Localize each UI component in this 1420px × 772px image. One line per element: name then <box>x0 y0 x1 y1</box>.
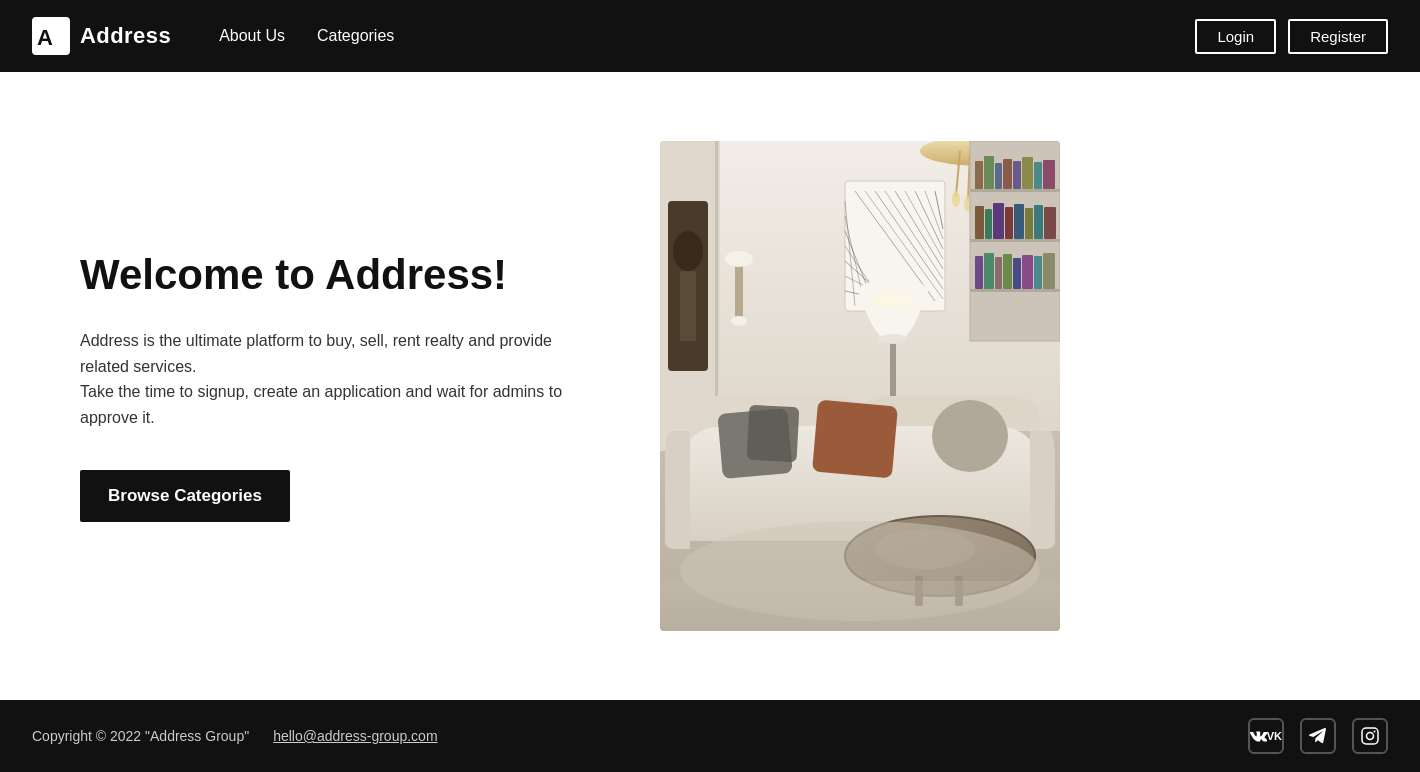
svg-rect-78 <box>747 405 800 463</box>
logo-text: Address <box>80 23 171 49</box>
site-footer: Copyright © 2022 "Address Group" hello@a… <box>0 700 1420 772</box>
hero-image <box>660 141 1060 631</box>
nav-categories[interactable]: Categories <box>317 27 394 45</box>
footer-email[interactable]: hello@address-group.com <box>273 728 437 744</box>
svg-rect-59 <box>1025 208 1033 239</box>
svg-rect-48 <box>995 163 1002 189</box>
room-illustration <box>660 141 1060 631</box>
logo-icon: A <box>32 17 70 55</box>
instagram-social-icon[interactable] <box>1352 718 1388 754</box>
svg-rect-49 <box>1003 159 1012 189</box>
logo-area[interactable]: A Address <box>32 17 171 55</box>
telegram-social-icon[interactable] <box>1300 718 1336 754</box>
svg-point-77 <box>932 400 1008 472</box>
svg-rect-53 <box>1043 160 1055 189</box>
svg-rect-67 <box>1022 255 1033 289</box>
svg-rect-85 <box>660 581 1060 631</box>
svg-rect-20 <box>735 261 743 321</box>
register-button[interactable]: Register <box>1288 19 1388 54</box>
svg-rect-64 <box>995 257 1002 289</box>
svg-rect-51 <box>1022 157 1033 189</box>
svg-point-87 <box>1367 733 1374 740</box>
main-nav: About Us Categories <box>219 27 1195 45</box>
hero-text-area: Welcome to Address! Address is the ultim… <box>80 250 600 523</box>
svg-text:A: A <box>37 25 53 50</box>
svg-rect-57 <box>1005 207 1013 239</box>
svg-rect-62 <box>975 256 983 289</box>
svg-rect-19 <box>680 271 696 341</box>
svg-rect-58 <box>1014 204 1024 239</box>
hero-description: Address is the ultimate platform to buy,… <box>80 328 600 430</box>
svg-point-18 <box>673 231 703 271</box>
svg-rect-44 <box>970 239 1060 242</box>
svg-rect-65 <box>1003 254 1012 289</box>
svg-rect-56 <box>993 203 1004 239</box>
svg-rect-46 <box>975 161 983 189</box>
svg-rect-66 <box>1013 258 1021 289</box>
svg-rect-50 <box>1013 161 1021 189</box>
svg-rect-69 <box>1043 253 1055 289</box>
login-button[interactable]: Login <box>1195 19 1276 54</box>
svg-point-73 <box>878 334 908 344</box>
nav-about[interactable]: About Us <box>219 27 285 45</box>
svg-point-88 <box>1374 731 1376 733</box>
svg-rect-43 <box>970 189 1060 192</box>
svg-rect-68 <box>1034 256 1042 289</box>
svg-point-21 <box>725 251 753 267</box>
svg-rect-45 <box>970 289 1060 292</box>
footer-social <box>1248 718 1388 754</box>
vk-social-icon[interactable] <box>1248 718 1284 754</box>
svg-rect-60 <box>1034 205 1043 239</box>
hero-section: Welcome to Address! Address is the ultim… <box>0 72 1420 700</box>
svg-rect-76 <box>812 400 898 479</box>
svg-point-74 <box>873 293 913 309</box>
svg-rect-54 <box>975 206 984 239</box>
footer-left: Copyright © 2022 "Address Group" hello@a… <box>32 728 438 744</box>
footer-copyright: Copyright © 2022 "Address Group" <box>32 728 249 744</box>
header-actions: Login Register <box>1195 19 1388 54</box>
svg-rect-47 <box>984 156 994 189</box>
svg-rect-63 <box>984 253 994 289</box>
hero-title: Welcome to Address! <box>80 250 600 300</box>
browse-categories-button[interactable]: Browse Categories <box>80 470 290 522</box>
svg-rect-55 <box>985 209 992 239</box>
svg-point-12 <box>952 191 960 207</box>
svg-rect-52 <box>1034 162 1042 189</box>
svg-rect-61 <box>1044 207 1056 239</box>
site-header: A Address About Us Categories Login Regi… <box>0 0 1420 72</box>
svg-point-22 <box>731 316 747 326</box>
svg-rect-86 <box>1362 728 1378 744</box>
